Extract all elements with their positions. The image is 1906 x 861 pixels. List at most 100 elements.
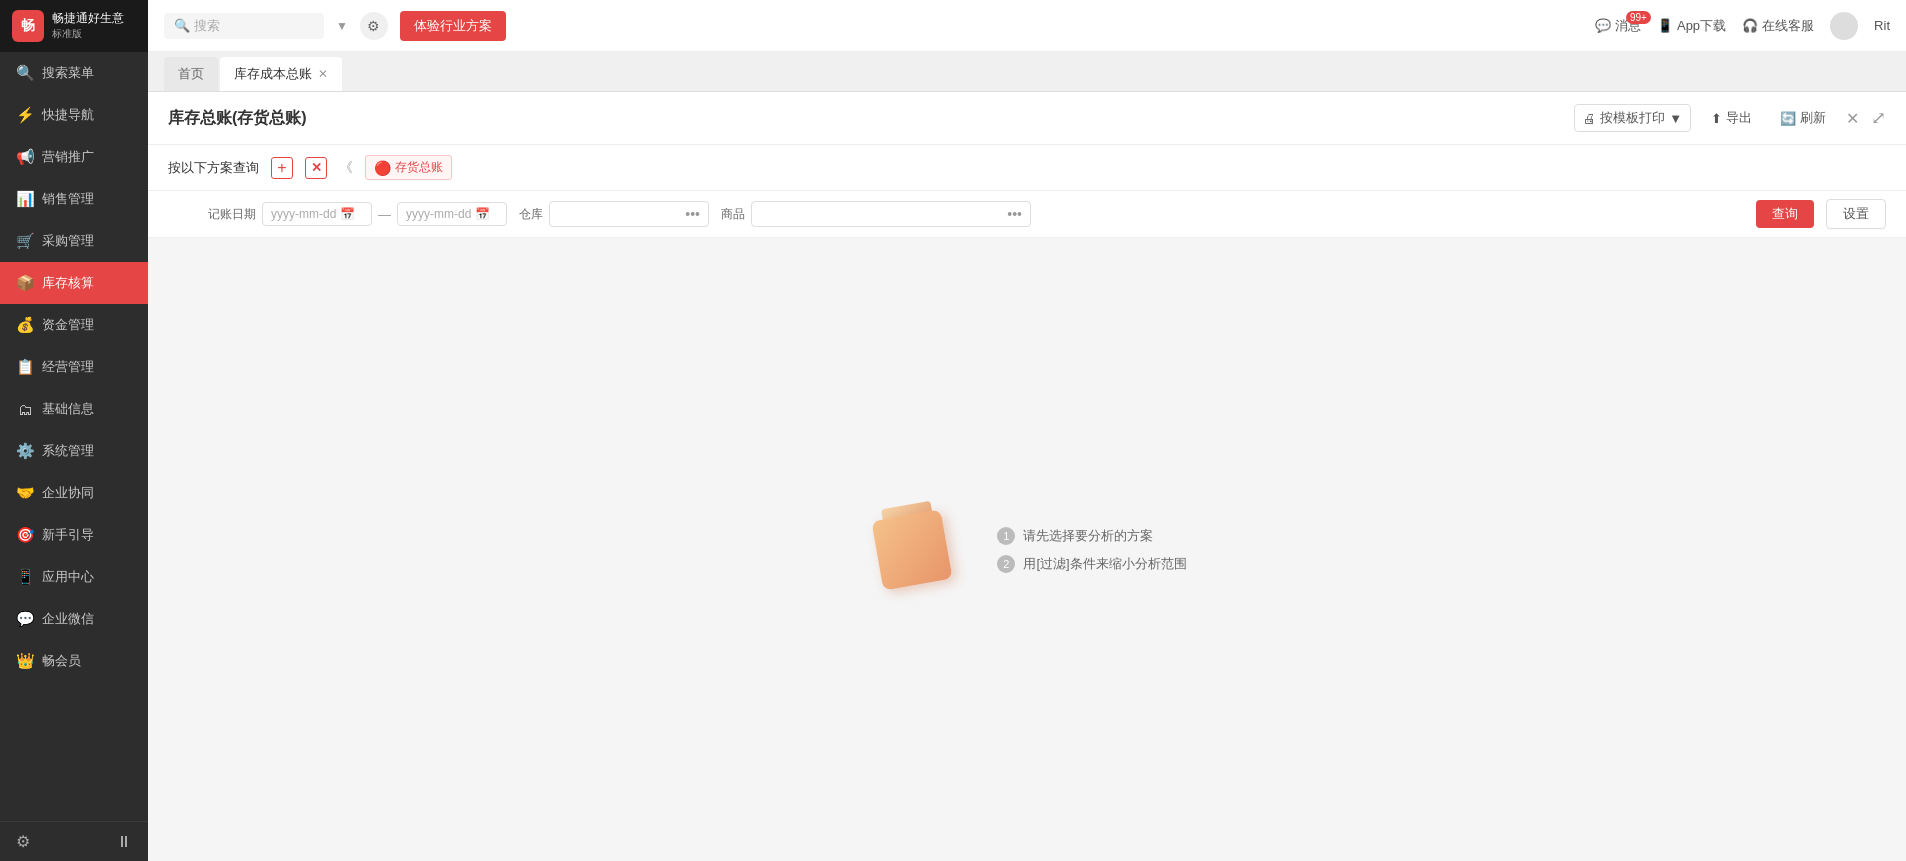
message-icon: 💬 bbox=[1595, 18, 1611, 33]
sidebar-item-newbie[interactable]: 🎯 新手引导 bbox=[0, 514, 148, 556]
logo-icon: 畅 bbox=[12, 10, 44, 42]
sidebar-item-finance[interactable]: 💰 资金管理 bbox=[0, 304, 148, 346]
print-icon: 🖨 bbox=[1583, 111, 1596, 126]
newbie-icon: 🎯 bbox=[16, 526, 34, 544]
filter-label: 按以下方案查询 bbox=[168, 159, 259, 177]
tab-home-label: 首页 bbox=[178, 65, 204, 83]
query-button[interactable]: 查询 bbox=[1756, 200, 1814, 228]
purchase-icon: 🛒 bbox=[16, 232, 34, 250]
empty-hint-1: 1 请先选择要分析的方案 bbox=[997, 527, 1186, 545]
sidebar-item-shortcuts[interactable]: ⚡ 快捷导航 bbox=[0, 94, 148, 136]
logo-text: 畅捷通好生意 标准版 bbox=[52, 11, 124, 41]
content-area: 1 请先选择要分析的方案 2 用[过滤]条件来缩小分析范围 bbox=[148, 238, 1906, 861]
print-label: 按模板打印 bbox=[1600, 109, 1665, 127]
empty-state: 1 请先选择要分析的方案 2 用[过滤]条件来缩小分析范围 bbox=[867, 500, 1186, 600]
sidebar-item-label: 营销推广 bbox=[42, 148, 94, 166]
empty-state-image bbox=[867, 500, 967, 600]
hint-text-2: 用[过滤]条件来缩小分析范围 bbox=[1023, 555, 1186, 573]
filter-scheme[interactable]: 🔴 存货总账 bbox=[365, 155, 452, 180]
sidebar-item-label: 企业微信 bbox=[42, 610, 94, 628]
industry-btn[interactable]: 体验行业方案 bbox=[400, 11, 506, 41]
date-start-input[interactable]: yyyy-mm-dd 📅 bbox=[262, 202, 372, 226]
date-label: 记账日期 bbox=[208, 206, 256, 223]
tab-close-icon[interactable]: ✕ bbox=[318, 67, 328, 81]
settings-bottom-icon[interactable]: ⚙ bbox=[16, 832, 30, 851]
sidebar-item-label: 采购管理 bbox=[42, 232, 94, 250]
date-end-placeholder: yyyy-mm-dd bbox=[406, 207, 471, 221]
filter-row: 记账日期 yyyy-mm-dd 📅 — yyyy-mm-dd 📅 仓库 ••• … bbox=[148, 191, 1906, 238]
search-icon: 🔍 bbox=[174, 18, 190, 33]
topbar: 🔍 搜索 ▼ ⚙ 体验行业方案 💬 消息 99+ 📱 App下载 🎧 在线客服 … bbox=[148, 0, 1906, 52]
warehouse-label: 仓库 bbox=[519, 206, 543, 223]
sales-icon: 📊 bbox=[16, 190, 34, 208]
online-service-label: 在线客服 bbox=[1762, 17, 1814, 35]
online-service-action[interactable]: 🎧 在线客服 bbox=[1742, 17, 1814, 35]
export-btn[interactable]: ⬆ 导出 bbox=[1703, 105, 1760, 131]
sidebar-item-label: 库存核算 bbox=[42, 274, 94, 292]
box-body-shape bbox=[872, 509, 953, 590]
sidebar-item-label: 应用中心 bbox=[42, 568, 94, 586]
sidebar-item-label: 新手引导 bbox=[42, 526, 94, 544]
settings-button[interactable]: 设置 bbox=[1826, 199, 1886, 229]
refresh-btn[interactable]: 🔄 刷新 bbox=[1772, 105, 1834, 131]
tab-inventory-cost[interactable]: 库存成本总账 ✕ bbox=[220, 57, 342, 91]
app-logo: 畅 畅捷通好生意 标准版 bbox=[0, 0, 148, 52]
sidebar-item-inventory[interactable]: 📦 库存核算 bbox=[0, 262, 148, 304]
sidebar-item-sales[interactable]: 📊 销售管理 bbox=[0, 178, 148, 220]
sidebar-item-label: 经营管理 bbox=[42, 358, 94, 376]
hint-number-1: 1 bbox=[997, 527, 1015, 545]
user-avatar[interactable] bbox=[1830, 12, 1858, 40]
warehouse-more-icon[interactable]: ••• bbox=[685, 206, 700, 222]
date-end-input[interactable]: yyyy-mm-dd 📅 bbox=[397, 202, 507, 226]
app-download-action[interactable]: 📱 App下载 bbox=[1657, 17, 1726, 35]
sidebar-item-purchase[interactable]: 🛒 采购管理 bbox=[0, 220, 148, 262]
settings-icon[interactable]: ⚙ bbox=[360, 12, 388, 40]
panel-close-icon[interactable]: ✕ bbox=[1846, 109, 1859, 128]
tab-home[interactable]: 首页 bbox=[164, 57, 218, 91]
search-box[interactable]: 🔍 搜索 bbox=[164, 13, 324, 39]
sidebar-item-basic[interactable]: 🗂 基础信息 bbox=[0, 388, 148, 430]
sidebar-item-vip[interactable]: 👑 畅会员 bbox=[0, 640, 148, 682]
sidebar-item-system[interactable]: ⚙️ 系统管理 bbox=[0, 430, 148, 472]
goods-select[interactable]: ••• bbox=[751, 201, 1031, 227]
filter-bar: 按以下方案查询 + ✕ 《 🔴 存货总账 bbox=[148, 145, 1906, 191]
filter-collapse-icon[interactable]: 《 bbox=[339, 159, 353, 177]
print-chevron-icon[interactable]: ▼ bbox=[1669, 111, 1682, 126]
page-header-actions: 🖨 按模板打印 ▼ ⬆ 导出 🔄 刷新 ✕ ⤢ bbox=[1574, 104, 1886, 144]
sidebar-item-label: 基础信息 bbox=[42, 400, 94, 418]
goods-filter-group: 商品 ••• bbox=[721, 201, 1031, 227]
sidebar-item-search[interactable]: 🔍 搜索菜单 bbox=[0, 52, 148, 94]
app-download-label: App下载 bbox=[1677, 17, 1726, 35]
message-action[interactable]: 💬 消息 99+ bbox=[1595, 17, 1641, 35]
search-icon: 🔍 bbox=[16, 64, 34, 82]
sidebar-scroll: 🔍 搜索菜单 ⚡ 快捷导航 📢 营销推广 📊 销售管理 🛒 采购管理 📦 库存核… bbox=[0, 52, 148, 821]
filter-add-btn[interactable]: + bbox=[271, 157, 293, 179]
warehouse-select[interactable]: ••• bbox=[549, 201, 709, 227]
tabbar: 首页 库存成本总账 ✕ bbox=[148, 52, 1906, 92]
sidebar-item-label: 企业协同 bbox=[42, 484, 94, 502]
basic-icon: 🗂 bbox=[16, 400, 34, 418]
refresh-icon: 🔄 bbox=[1780, 111, 1796, 126]
wechat-icon: 💬 bbox=[16, 610, 34, 628]
search-chevron-icon[interactable]: ▼ bbox=[336, 19, 348, 33]
sidebar-item-wechat[interactable]: 💬 企业微信 bbox=[0, 598, 148, 640]
filter-del-btn[interactable]: ✕ bbox=[305, 157, 327, 179]
username: Rit bbox=[1874, 18, 1890, 33]
goods-more-icon[interactable]: ••• bbox=[1007, 206, 1022, 222]
sidebar-item-label: 搜索菜单 bbox=[42, 64, 94, 82]
calendar-icon: 📅 bbox=[340, 207, 355, 221]
sidebar-item-enterprise[interactable]: 🤝 企业协同 bbox=[0, 472, 148, 514]
sidebar-item-marketing[interactable]: 📢 营销推广 bbox=[0, 136, 148, 178]
appstore-icon: 📱 bbox=[16, 568, 34, 586]
page-title: 库存总账(存货总账) bbox=[168, 108, 307, 141]
print-btn[interactable]: 🖨 按模板打印 ▼ bbox=[1574, 104, 1691, 132]
collapse-icon[interactable]: ⏸ bbox=[116, 833, 132, 851]
goods-label: 商品 bbox=[721, 206, 745, 223]
search-text: 搜索 bbox=[194, 17, 220, 35]
sidebar-item-appstore[interactable]: 📱 应用中心 bbox=[0, 556, 148, 598]
sidebar-item-label: 资金管理 bbox=[42, 316, 94, 334]
main-content: 🔍 搜索 ▼ ⚙ 体验行业方案 💬 消息 99+ 📱 App下载 🎧 在线客服 … bbox=[148, 0, 1906, 861]
panel-expand-icon[interactable]: ⤢ bbox=[1871, 107, 1886, 129]
sidebar-item-operation[interactable]: 📋 经营管理 bbox=[0, 346, 148, 388]
empty-hint-2: 2 用[过滤]条件来缩小分析范围 bbox=[997, 555, 1186, 573]
